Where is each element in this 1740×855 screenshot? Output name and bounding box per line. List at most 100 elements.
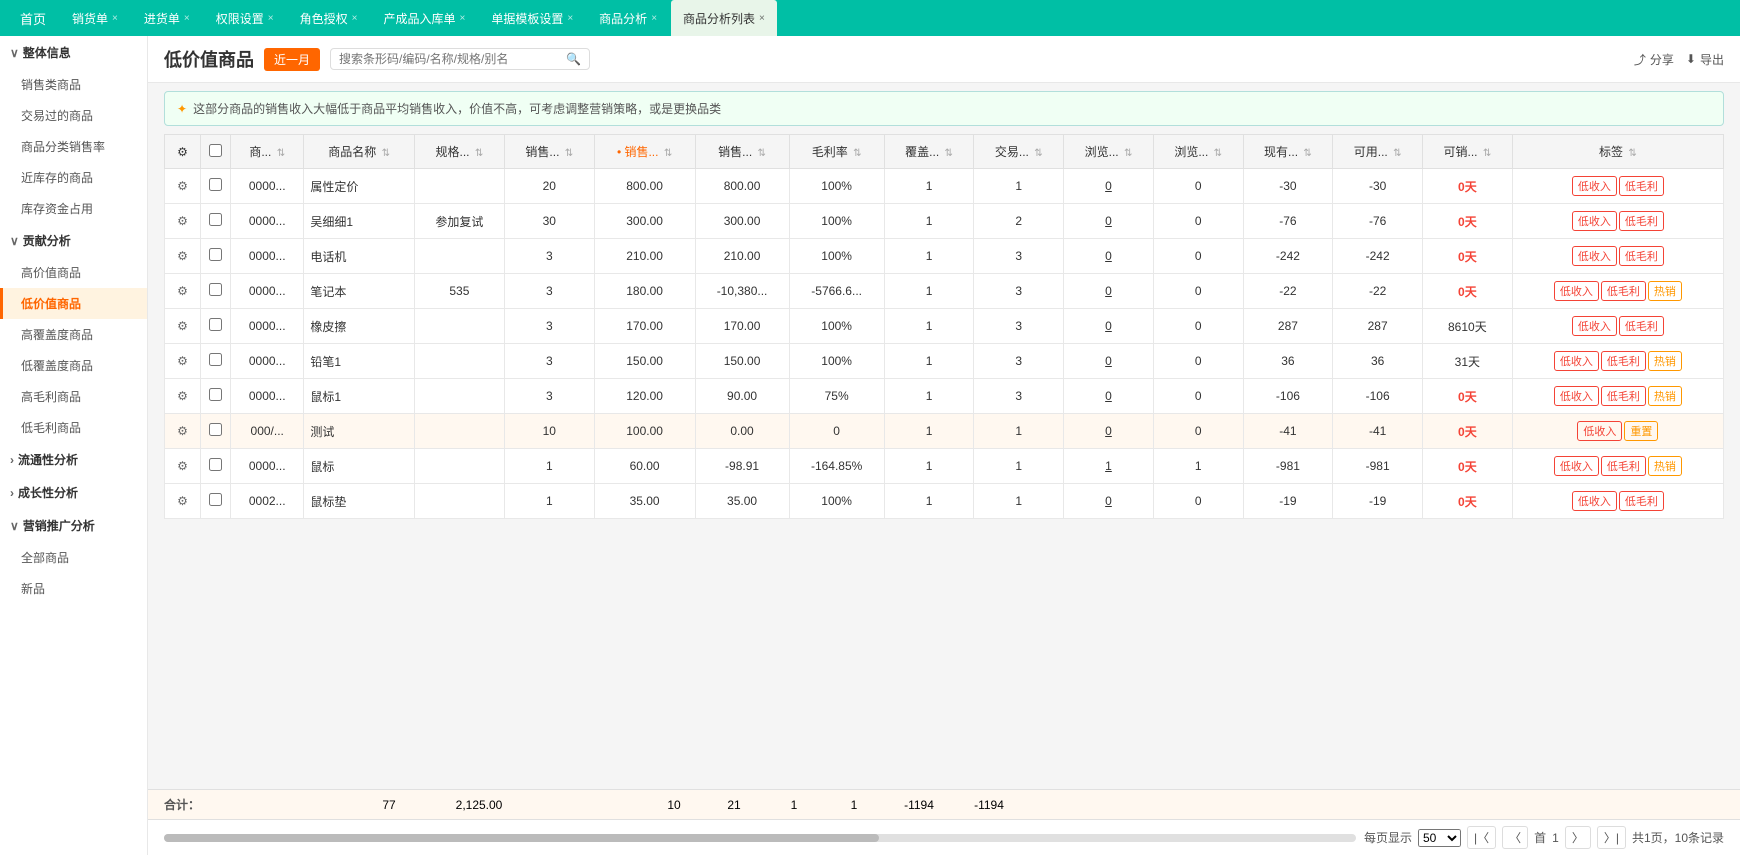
col-current-stock[interactable]: 现有... ⇅ bbox=[1243, 135, 1333, 169]
nav-product-analysis[interactable]: 商品分析 × bbox=[587, 0, 669, 36]
col-spec[interactable]: 规格... ⇅ bbox=[414, 135, 504, 169]
sidebar-item-low-margin[interactable]: 低毛利商品 bbox=[0, 412, 147, 443]
cell-views1[interactable]: 0 bbox=[1064, 414, 1154, 449]
row-checkbox[interactable] bbox=[209, 458, 222, 471]
scroll-bar[interactable] bbox=[164, 834, 1356, 842]
export-button[interactable]: ⬇ 导出 bbox=[1686, 51, 1724, 68]
cell-row-settings[interactable]: ⚙ bbox=[165, 239, 201, 274]
share-button[interactable]: ⤴ 分享 bbox=[1634, 51, 1674, 68]
sidebar-item-all-products[interactable]: 全部商品 bbox=[0, 542, 147, 573]
views-link[interactable]: 0 bbox=[1105, 354, 1112, 368]
col-settings[interactable]: ⚙ bbox=[165, 135, 201, 169]
sidebar-section-marketing[interactable]: ∨营销推广分析 bbox=[0, 509, 147, 542]
row-checkbox[interactable] bbox=[209, 283, 222, 296]
sidebar-item-traded-products[interactable]: 交易过的商品 bbox=[0, 100, 147, 131]
cell-views1[interactable]: 0 bbox=[1064, 204, 1154, 239]
nav-template-settings[interactable]: 单据模板设置 × bbox=[479, 0, 585, 36]
close-icon[interactable]: × bbox=[352, 13, 358, 24]
first-page-button[interactable]: |〈 bbox=[1467, 826, 1496, 849]
cell-checkbox[interactable] bbox=[201, 484, 231, 519]
cell-views1[interactable]: 0 bbox=[1064, 169, 1154, 204]
row-checkbox[interactable] bbox=[209, 423, 222, 436]
close-icon[interactable]: × bbox=[184, 13, 190, 24]
col-sales-qty[interactable]: 销售... ⇅ bbox=[504, 135, 594, 169]
cell-views1[interactable]: 1 bbox=[1064, 449, 1154, 484]
sidebar-section-liquidity[interactable]: ›流通性分析 bbox=[0, 443, 147, 476]
cell-views1[interactable]: 0 bbox=[1064, 274, 1154, 309]
views-link[interactable]: 0 bbox=[1105, 424, 1112, 438]
views-link[interactable]: 0 bbox=[1105, 284, 1112, 298]
cell-row-settings[interactable]: ⚙ bbox=[165, 379, 201, 414]
nav-product-analysis-list[interactable]: 商品分析列表 × bbox=[671, 0, 777, 36]
sidebar-item-new-products[interactable]: 新品 bbox=[0, 573, 147, 604]
views-link[interactable]: 0 bbox=[1105, 494, 1112, 508]
search-icon[interactable]: 🔍 bbox=[566, 52, 581, 66]
sidebar-section-overview[interactable]: ∨整体信息 bbox=[0, 36, 147, 69]
last-page-button[interactable]: 〉| bbox=[1597, 826, 1626, 849]
col-sales-avg[interactable]: 销售... ⇅ bbox=[695, 135, 789, 169]
close-icon[interactable]: × bbox=[112, 13, 118, 24]
sidebar-section-contribution[interactable]: ∨贡献分析 bbox=[0, 224, 147, 257]
views-link[interactable]: 0 bbox=[1105, 214, 1112, 228]
cell-checkbox[interactable] bbox=[201, 239, 231, 274]
sidebar-item-stock-capital[interactable]: 库存资金占用 bbox=[0, 193, 147, 224]
row-checkbox[interactable] bbox=[209, 353, 222, 366]
nav-product-stock[interactable]: 产成品入库单 × bbox=[371, 0, 477, 36]
cell-views1[interactable]: 0 bbox=[1064, 239, 1154, 274]
col-code[interactable]: 商... ⇅ bbox=[231, 135, 304, 169]
nav-sales-order[interactable]: 销货单 × bbox=[60, 0, 130, 36]
col-name[interactable]: 商品名称 ⇅ bbox=[304, 135, 414, 169]
close-icon[interactable]: × bbox=[268, 13, 274, 24]
per-page-select[interactable]: 50 100 200 bbox=[1418, 829, 1461, 847]
sidebar-item-sales-products[interactable]: 销售类商品 bbox=[0, 69, 147, 100]
cell-checkbox[interactable] bbox=[201, 204, 231, 239]
gear-icon[interactable]: ⚙ bbox=[177, 145, 188, 159]
views-link[interactable]: 0 bbox=[1105, 249, 1112, 263]
nav-role-auth[interactable]: 角色授权 × bbox=[288, 0, 370, 36]
cell-row-settings[interactable]: ⚙ bbox=[165, 204, 201, 239]
row-checkbox[interactable] bbox=[209, 388, 222, 401]
sidebar-item-category-sales-rate[interactable]: 商品分类销售率 bbox=[0, 131, 147, 162]
views-link[interactable]: 0 bbox=[1105, 319, 1112, 333]
cell-views1[interactable]: 0 bbox=[1064, 484, 1154, 519]
cell-checkbox[interactable] bbox=[201, 379, 231, 414]
cell-views1[interactable]: 0 bbox=[1064, 309, 1154, 344]
cell-row-settings[interactable]: ⚙ bbox=[165, 274, 201, 309]
cell-row-settings[interactable]: ⚙ bbox=[165, 344, 201, 379]
cell-views1[interactable]: 0 bbox=[1064, 344, 1154, 379]
cell-row-settings[interactable]: ⚙ bbox=[165, 449, 201, 484]
sidebar-item-low-value[interactable]: 低价值商品 bbox=[0, 288, 147, 319]
nav-permission-settings[interactable]: 权限设置 × bbox=[204, 0, 286, 36]
cell-checkbox[interactable] bbox=[201, 449, 231, 484]
col-views1[interactable]: 浏览... ⇅ bbox=[1064, 135, 1154, 169]
next-page-button[interactable]: 〉 bbox=[1565, 826, 1591, 849]
select-all-checkbox[interactable] bbox=[209, 144, 222, 157]
cell-checkbox[interactable] bbox=[201, 169, 231, 204]
col-available[interactable]: 可用... ⇅ bbox=[1333, 135, 1423, 169]
search-input[interactable] bbox=[339, 52, 562, 66]
col-coverage[interactable]: 覆盖... ⇅ bbox=[884, 135, 974, 169]
col-gross-margin[interactable]: 毛利率 ⇅ bbox=[789, 135, 884, 169]
cell-checkbox[interactable] bbox=[201, 309, 231, 344]
nav-purchase-order[interactable]: 进货单 × bbox=[132, 0, 202, 36]
col-sales-amount[interactable]: • 销售... ⇅ bbox=[594, 135, 695, 169]
row-checkbox[interactable] bbox=[209, 178, 222, 191]
nav-home[interactable]: 首页 bbox=[8, 0, 58, 36]
row-checkbox[interactable] bbox=[209, 248, 222, 261]
cell-checkbox[interactable] bbox=[201, 344, 231, 379]
row-checkbox[interactable] bbox=[209, 318, 222, 331]
cell-checkbox[interactable] bbox=[201, 274, 231, 309]
cell-row-settings[interactable]: ⚙ bbox=[165, 169, 201, 204]
cell-views1[interactable]: 0 bbox=[1064, 379, 1154, 414]
col-tags[interactable]: 标签 ⇅ bbox=[1512, 135, 1723, 169]
col-transactions[interactable]: 交易... ⇅ bbox=[974, 135, 1064, 169]
sidebar-item-near-stock[interactable]: 近库存的商品 bbox=[0, 162, 147, 193]
cell-row-settings[interactable]: ⚙ bbox=[165, 309, 201, 344]
views-link[interactable]: 0 bbox=[1105, 389, 1112, 403]
row-checkbox[interactable] bbox=[209, 213, 222, 226]
cell-checkbox[interactable] bbox=[201, 414, 231, 449]
sidebar-item-high-coverage[interactable]: 高覆盖度商品 bbox=[0, 319, 147, 350]
close-icon[interactable]: × bbox=[459, 13, 465, 24]
cell-row-settings[interactable]: ⚙ bbox=[165, 484, 201, 519]
prev-page-button[interactable]: 〈 bbox=[1502, 826, 1528, 849]
